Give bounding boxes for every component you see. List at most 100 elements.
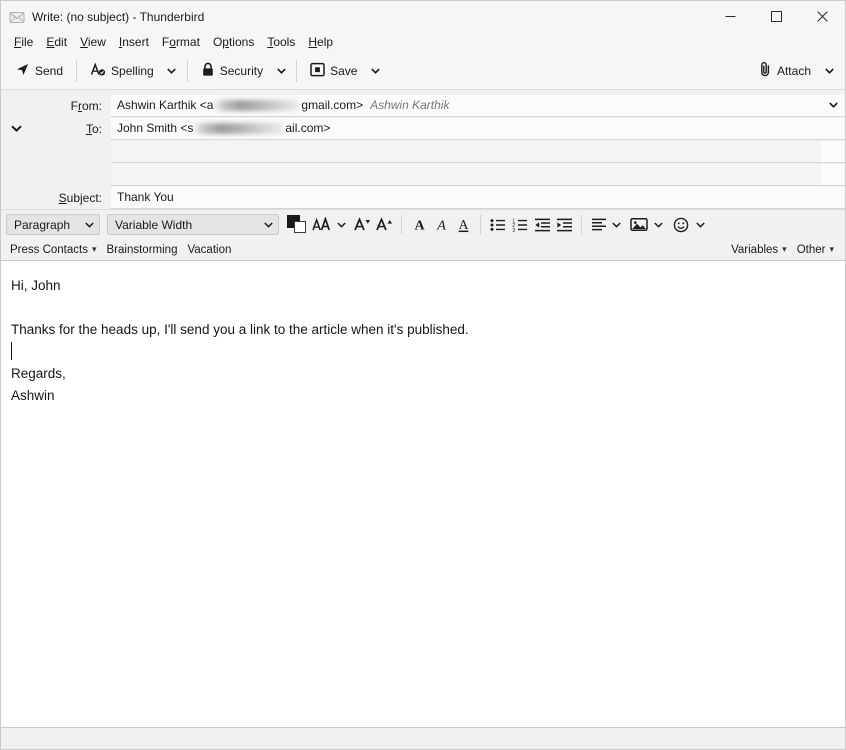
outdent-button[interactable] — [531, 213, 553, 236]
menu-view[interactable]: View — [74, 33, 113, 51]
from-redacted-region — [215, 99, 300, 111]
message-body-editor[interactable]: Hi, John Thanks for the heads up, I'll s… — [1, 261, 845, 727]
align-icon — [592, 218, 606, 231]
menu-insert[interactable]: Insert — [113, 33, 156, 51]
body-line-caret — [11, 341, 833, 363]
indent-icon — [556, 218, 572, 231]
font-size-dropdown-button[interactable] — [335, 213, 348, 236]
spellcheck-icon — [90, 61, 106, 80]
tag-brainstorming[interactable]: Brainstorming — [102, 244, 183, 256]
align-button[interactable] — [588, 213, 610, 236]
spelling-dropdown-button[interactable] — [162, 57, 182, 84]
save-button[interactable]: Save — [302, 57, 365, 84]
to-redacted-region — [195, 122, 284, 134]
empty-row-2-end-spacer — [821, 163, 845, 186]
from-identity-name: Ashwin Karthik — [370, 98, 450, 112]
smiley-icon — [673, 217, 689, 232]
menu-file[interactable]: File — [8, 33, 40, 51]
bullet-list-icon — [490, 218, 505, 231]
menu-help[interactable]: Help — [302, 33, 340, 51]
empty-recipient-field-1[interactable] — [111, 140, 821, 163]
numbered-list-button[interactable]: 1 2 3 — [509, 213, 531, 236]
to-label[interactable]: To: — [31, 122, 111, 136]
save-dropdown-button[interactable] — [365, 57, 385, 84]
font-size-button[interactable] — [309, 213, 335, 236]
from-identity-dropdown-button[interactable] — [821, 94, 845, 117]
increase-font-size-button[interactable] — [373, 213, 395, 236]
chevron-down-icon — [276, 67, 286, 74]
menu-tools[interactable]: Tools — [261, 33, 302, 51]
minimize-icon — [725, 16, 735, 17]
decrease-font-size-button[interactable] — [351, 213, 373, 236]
font-size-icon — [312, 217, 331, 231]
body-line-blank — [11, 297, 833, 319]
empty-row-1-end-spacer — [821, 140, 845, 163]
security-button[interactable]: Security — [193, 57, 271, 84]
outdent-icon — [534, 218, 550, 231]
tag-press-contacts-label: Press Contacts — [10, 243, 88, 256]
chevron-down-icon — [167, 67, 177, 74]
attach-button[interactable]: Attach — [751, 57, 819, 84]
bold-button[interactable]: A — [408, 213, 430, 236]
tag-other[interactable]: Other ▾ — [792, 244, 839, 256]
increase-font-size-icon — [375, 217, 392, 231]
toolbar-separator-1 — [76, 59, 78, 82]
send-button[interactable]: Send — [7, 57, 71, 84]
bullet-list-button[interactable] — [487, 213, 509, 236]
menu-format[interactable]: Format — [156, 33, 207, 51]
background-color-swatch — [294, 221, 306, 233]
tag-vacation-label: Vacation — [187, 243, 232, 256]
svg-text:A: A — [458, 217, 468, 232]
to-value-prefix: John Smith <s — [117, 121, 194, 135]
svg-text:3: 3 — [512, 227, 515, 231]
indent-button[interactable] — [553, 213, 575, 236]
close-button[interactable] — [799, 1, 845, 32]
attach-label: Attach — [776, 63, 811, 78]
recipients-expander-button[interactable] — [1, 125, 31, 132]
subject-field[interactable]: Thank You — [111, 186, 821, 209]
minimize-button[interactable] — [707, 1, 753, 32]
toolbar-separator-2 — [186, 59, 188, 82]
to-field[interactable]: John Smith <s ail.com> — [111, 117, 821, 140]
menu-options[interactable]: Options — [207, 33, 261, 51]
italic-button[interactable]: A — [430, 213, 452, 236]
emoticon-dropdown-button[interactable] — [694, 213, 707, 236]
subject-row: Subject: Thank You — [1, 186, 845, 209]
maximize-button[interactable] — [753, 1, 799, 32]
text-color-button[interactable] — [287, 215, 306, 234]
empty-recipient-field-2[interactable] — [111, 163, 821, 186]
insert-image-button[interactable] — [626, 213, 652, 236]
toolbar-separator-3 — [296, 59, 298, 82]
window-controls — [707, 1, 845, 32]
body-line-paragraph: Thanks for the heads up, I'll send you a… — [11, 322, 469, 337]
subject-row-end-spacer — [821, 186, 845, 209]
insert-image-dropdown-button[interactable] — [652, 213, 665, 236]
underline-button[interactable]: A — [452, 213, 474, 236]
chevron-down-icon — [654, 221, 663, 228]
tag-vacation[interactable]: Vacation — [182, 244, 236, 256]
to-row-spacer — [821, 117, 845, 140]
attach-dropdown-button[interactable] — [819, 57, 839, 84]
format-separator-1 — [401, 215, 402, 234]
spelling-button[interactable]: Spelling — [82, 57, 162, 84]
format-separator-2 — [480, 215, 481, 234]
align-dropdown-button[interactable] — [610, 213, 623, 236]
maximize-icon — [770, 11, 782, 22]
emoticon-button[interactable] — [668, 213, 694, 236]
paragraph-style-select[interactable]: Paragraph — [6, 214, 100, 235]
empty-recipient-row-1 — [1, 140, 845, 163]
subject-label: Subject: — [58, 190, 102, 205]
from-field[interactable]: Ashwin Karthik <a gmail.com> Ashwin Karth… — [111, 94, 821, 117]
send-label: Send — [35, 63, 64, 78]
security-dropdown-button[interactable] — [271, 57, 291, 84]
menu-edit[interactable]: Edit — [40, 33, 74, 51]
body-line-greeting: Hi, John — [11, 278, 61, 293]
tag-press-contacts[interactable]: Press Contacts ▾ — [5, 244, 102, 256]
tag-variables[interactable]: Variables ▾ — [726, 244, 792, 256]
decrease-font-size-icon — [353, 217, 370, 231]
mail-envelope-icon — [9, 9, 25, 25]
bold-icon: A — [414, 219, 425, 232]
header-fields: From: Ashwin Karthik <a gmail.com> Ashwin… — [1, 90, 845, 209]
font-family-select[interactable]: Variable Width — [107, 214, 279, 235]
lock-icon — [201, 62, 215, 80]
